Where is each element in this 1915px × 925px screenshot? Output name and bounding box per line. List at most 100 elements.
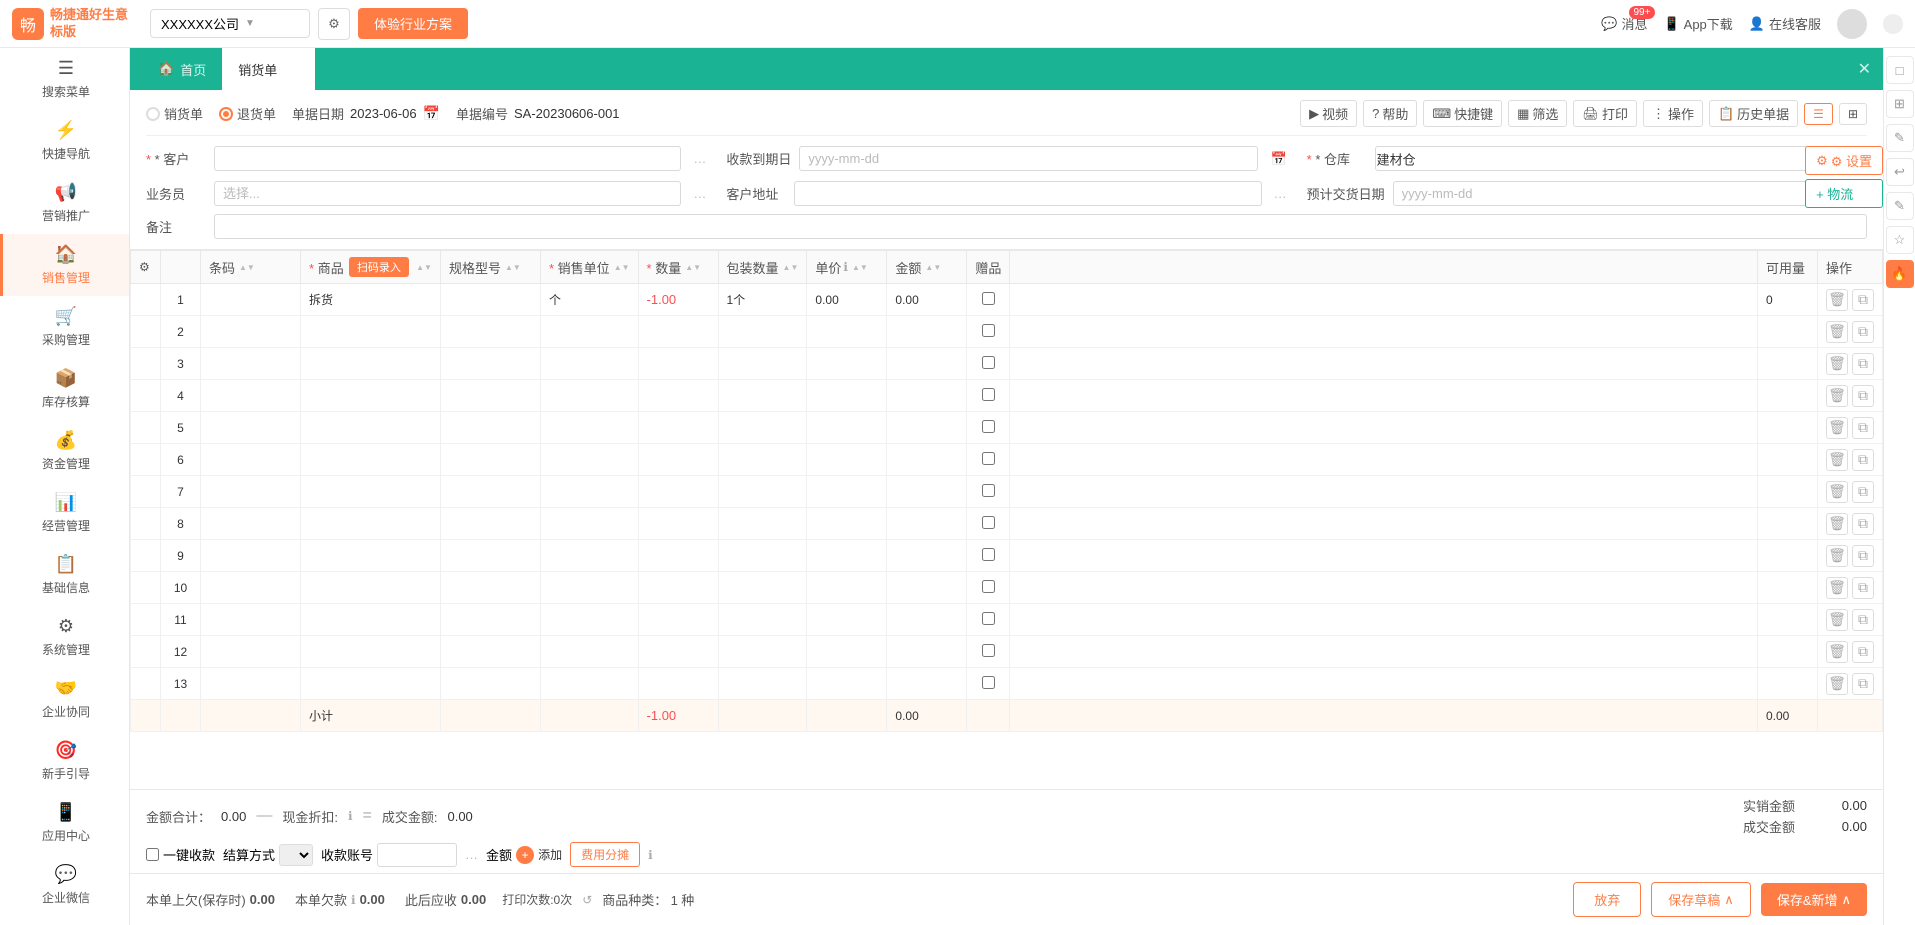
sidebar-item-quick-nav[interactable]: ⚡ 快捷导航	[0, 110, 129, 172]
sidebar-item-sales[interactable]: 🏠 销售管理	[0, 234, 129, 296]
rp-btn-6[interactable]: ☆	[1886, 226, 1914, 254]
product-sort[interactable]: ▲▼	[416, 263, 432, 272]
save-draft-button[interactable]: 保存草稿 ∧	[1651, 882, 1751, 917]
row1-copy-btn[interactable]: ⧉	[1852, 289, 1874, 311]
close-window-icon[interactable]: ✕	[1858, 59, 1871, 79]
row-copy-btn[interactable]: ⧉	[1852, 321, 1874, 343]
history-button[interactable]: 📋 历史单据	[1709, 100, 1798, 127]
row-delete-btn[interactable]: 🗑	[1826, 545, 1848, 567]
row-copy-btn[interactable]: ⧉	[1852, 513, 1874, 535]
row-delete-btn[interactable]: 🗑	[1826, 577, 1848, 599]
message-button[interactable]: 💬 消息 99+	[1601, 14, 1647, 33]
rp-btn-5[interactable]: ✎	[1886, 192, 1914, 220]
sidebar-item-enterprise[interactable]: 🤝 企业协同	[0, 668, 129, 730]
row-copy-btn[interactable]: ⧉	[1852, 545, 1874, 567]
video-button[interactable]: ▶ 视频	[1300, 100, 1357, 127]
customer-more-icon[interactable]: …	[693, 151, 706, 166]
fee-split-button[interactable]: 费用分摊	[570, 842, 640, 867]
receipt-cal-icon[interactable]: 📅	[1270, 151, 1286, 167]
sidebar-item-app-center[interactable]: 📱 应用中心	[0, 792, 129, 854]
remark-input[interactable]	[214, 214, 1867, 239]
sidebar-item-search[interactable]: ☰ 搜索菜单	[0, 48, 129, 110]
price-info-icon[interactable]: ℹ	[843, 260, 848, 274]
row-copy-btn[interactable]: ⧉	[1852, 417, 1874, 439]
trial-button[interactable]: 体验行业方案	[358, 8, 468, 39]
cash-discount-info-icon[interactable]: ℹ	[348, 809, 353, 823]
sidebar-item-vip[interactable]: V 畅会员	[0, 916, 129, 925]
print-button[interactable]: 🖨 打印	[1573, 100, 1637, 127]
deduct-info-icon[interactable]: ℹ	[351, 893, 356, 907]
sidebar-item-inventory[interactable]: 📦 库存核算	[0, 358, 129, 420]
discard-button[interactable]: 放弃	[1573, 882, 1641, 917]
print-refresh-icon[interactable]: ↺	[582, 893, 592, 907]
row-delete-btn[interactable]: 🗑	[1826, 641, 1848, 663]
sidebar-item-guide[interactable]: 🎯 新手引导	[0, 730, 129, 792]
tab-close-icon[interactable]: ✕	[287, 61, 299, 78]
avatar[interactable]	[1837, 9, 1867, 39]
row1-amount[interactable]: 0.00	[887, 284, 967, 316]
unit-sort[interactable]: ▲▼	[614, 263, 630, 272]
sidebar-item-finance[interactable]: 💰 资金管理	[0, 420, 129, 482]
save-new-button[interactable]: 保存&新增 ∧	[1761, 883, 1867, 916]
logistics-button[interactable]: + 物流	[1805, 179, 1883, 208]
customer-addr-more-icon[interactable]: …	[1274, 186, 1287, 201]
calc-method-select[interactable]	[279, 844, 313, 866]
row-delete-btn[interactable]: 🗑	[1826, 609, 1848, 631]
sidebar-item-marketing[interactable]: 📢 营销推广	[0, 172, 129, 234]
sidebar-item-system[interactable]: ⚙ 系统管理	[0, 606, 129, 668]
row-copy-btn[interactable]: ⧉	[1852, 449, 1874, 471]
help-button[interactable]: ? 帮助	[1363, 100, 1417, 127]
shortcut-button[interactable]: ⌨ 快捷键	[1423, 100, 1502, 127]
row1-price[interactable]: 0.00	[807, 284, 887, 316]
row-copy-btn[interactable]: ⧉	[1852, 609, 1874, 631]
row1-qty[interactable]: -1.00	[638, 284, 718, 316]
radio-return-order[interactable]: 退货单	[219, 104, 276, 123]
calendar-icon[interactable]: 📅	[423, 105, 440, 122]
add-button[interactable]: +	[516, 846, 534, 864]
warehouse-input[interactable]	[1375, 146, 1842, 171]
scan-button[interactable]: 扫码录入	[349, 257, 409, 277]
list-view-btn[interactable]: ☰	[1804, 103, 1833, 125]
row1-delete-btn[interactable]: 🗑	[1826, 289, 1848, 311]
barcode-sort[interactable]: ▲▼	[239, 263, 255, 272]
row-delete-btn[interactable]: 🗑	[1826, 513, 1848, 535]
row-delete-btn[interactable]: 🗑	[1826, 449, 1848, 471]
rp-btn-7[interactable]: 🔥	[1886, 260, 1914, 288]
row1-product[interactable]: 拆货	[301, 284, 441, 316]
online-service-button[interactable]: 👤 在线客服	[1749, 14, 1821, 33]
payment-account-input[interactable]	[377, 843, 457, 867]
row-copy-btn[interactable]: ⧉	[1852, 385, 1874, 407]
company-selector[interactable]: XXXXXX公司 ▼	[150, 9, 310, 38]
row1-pkg[interactable]: 1个	[718, 284, 807, 316]
tab-sales-order[interactable]: 销货单 ✕	[222, 48, 315, 90]
row-delete-btn[interactable]: 🗑	[1826, 417, 1848, 439]
sidebar-item-operations[interactable]: 📊 经营管理	[0, 482, 129, 544]
row-copy-btn[interactable]: ⧉	[1852, 481, 1874, 503]
action-button[interactable]: ⋮ 操作	[1643, 100, 1703, 127]
row-delete-btn[interactable]: 🗑	[1826, 321, 1848, 343]
rp-btn-2[interactable]: ⊞	[1886, 90, 1914, 118]
rp-btn-1[interactable]: □	[1886, 56, 1914, 84]
filter-button[interactable]: ▦ 筛选	[1508, 100, 1567, 127]
customer-input[interactable]	[214, 146, 681, 171]
row-copy-btn[interactable]: ⧉	[1852, 577, 1874, 599]
receipt-date-input[interactable]	[799, 146, 1258, 171]
row-delete-btn[interactable]: 🗑	[1826, 673, 1848, 695]
salesman-more-icon[interactable]: …	[693, 186, 706, 201]
row-copy-btn[interactable]: ⧉	[1852, 641, 1874, 663]
sidebar-item-purchase[interactable]: 🛒 采购管理	[0, 296, 129, 358]
price-sort[interactable]: ▲▼	[852, 263, 868, 272]
one-click-pay-input[interactable]	[146, 848, 159, 861]
app-download-button[interactable]: 📱 App下载	[1663, 14, 1732, 33]
th-gear[interactable]: ⚙	[131, 251, 161, 284]
spec-sort[interactable]: ▲▼	[505, 263, 521, 272]
tab-home[interactable]: 🏠 首页	[142, 48, 222, 90]
salesman-input[interactable]	[214, 181, 681, 206]
qty-sort[interactable]: ▲▼	[685, 263, 701, 272]
row-copy-btn[interactable]: ⧉	[1852, 673, 1874, 695]
row1-spec[interactable]	[441, 284, 541, 316]
row1-gift[interactable]	[967, 284, 1010, 316]
radio-sale-order[interactable]: 销货单	[146, 104, 203, 123]
sidebar-item-wechat[interactable]: 💬 企业微信	[0, 854, 129, 916]
setup-button[interactable]: ⚙ ⚙ 设置	[1805, 146, 1883, 175]
